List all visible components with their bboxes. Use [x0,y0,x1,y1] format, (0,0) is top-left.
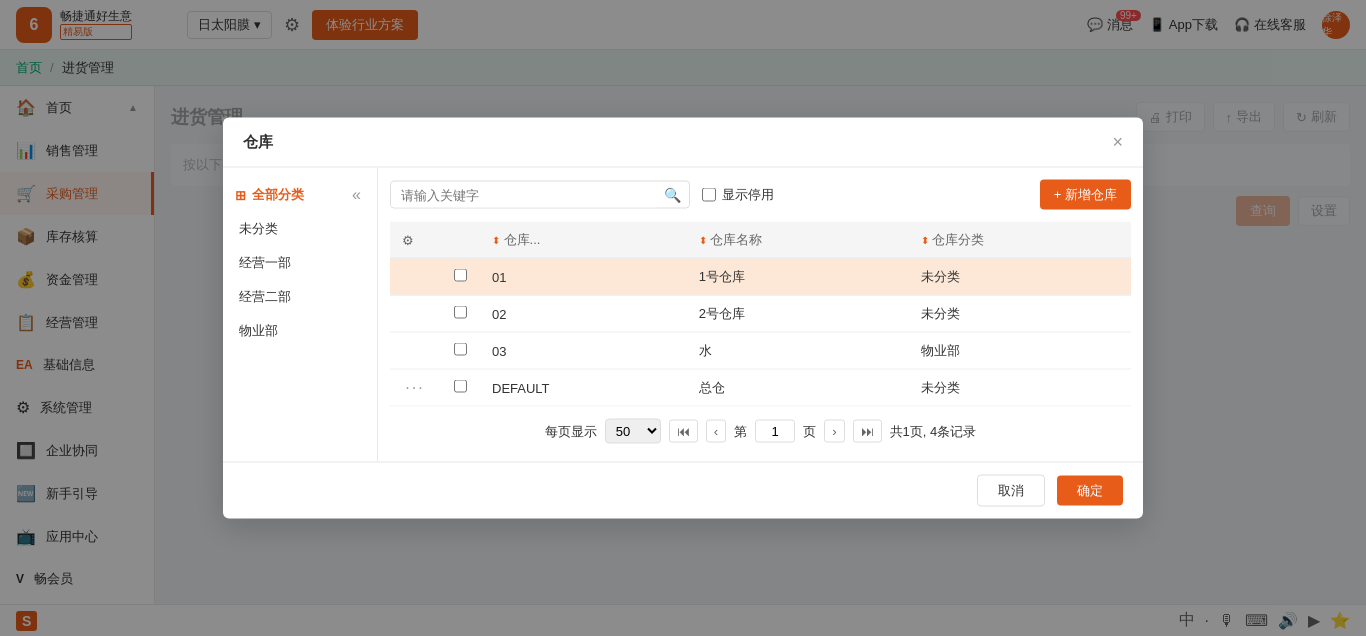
category-item-property[interactable]: 物业部 [223,314,377,348]
sort-icon-name: ⬍ [699,235,707,246]
table-header: ⚙ ⬍ 仓库... ⬍ 仓库名称 ⬍ [390,222,1131,259]
row-check-4 [440,369,480,406]
table-row[interactable]: 01 1号仓库 未分类 [390,258,1131,295]
row-check-2 [440,295,480,332]
row-category-2: 未分类 [909,295,1131,332]
row-checkbox-2[interactable] [454,306,467,319]
row-category-4: 未分类 [909,369,1131,406]
page-label: 第 [734,422,747,440]
col-code-header[interactable]: ⬍ 仓库... [480,222,687,259]
dialog-footer: 取消 确定 [223,462,1143,519]
row-checkbox-1[interactable] [454,269,467,282]
first-page-button[interactable]: ⏮ [669,420,698,443]
sort-icon: ⬍ [492,235,500,246]
sort-icon-category: ⬍ [921,235,929,246]
search-button[interactable]: 🔍 [656,182,689,208]
pagination-bar: 每页显示 50 10 20 100 ⏮ ‹ 第 页 › ⏭ 共1页, 4条记录 [390,407,1131,450]
row-category-1: 未分类 [909,258,1131,295]
col-name-header[interactable]: ⬍ 仓库名称 [687,222,909,259]
table-toolbar: 🔍 显示停用 + 新增仓库 [390,180,1131,210]
cancel-button[interactable]: 取消 [977,475,1045,507]
show-disabled-label: 显示停用 [702,186,774,204]
table-row[interactable]: 03 水 物业部 [390,332,1131,369]
all-categories-label: 全部分类 [252,186,304,204]
row-category-3: 物业部 [909,332,1131,369]
search-input[interactable] [391,182,656,207]
row-code-4: DEFAULT [480,369,687,406]
per-page-label: 每页显示 [545,422,597,440]
table-row[interactable]: ··· DEFAULT 总仓 未分类 [390,369,1131,406]
row-name-1: 1号仓库 [687,258,909,295]
row-checkbox-3[interactable] [454,343,467,356]
warehouse-dialog: 仓库 × ⊞ 全部分类 « 未分类 经营一部 经营二部 物业部 🔍 [223,118,1143,519]
dialog-body: ⊞ 全部分类 « 未分类 经营一部 经营二部 物业部 🔍 显示停用 + [223,168,1143,462]
table-panel: 🔍 显示停用 + 新增仓库 ⚙ ⬍ [378,168,1143,462]
row-gear-2 [390,295,440,332]
total-records: 共1页, 4条记录 [890,422,977,440]
row-gear-3 [390,332,440,369]
row-gear-4: ··· [390,369,440,406]
row-name-3: 水 [687,332,909,369]
dialog-header: 仓库 × [223,118,1143,168]
dialog-title: 仓库 [243,133,273,152]
col-gear-header: ⚙ [390,222,440,259]
page-number-input[interactable] [755,420,795,443]
search-box: 🔍 [390,181,690,209]
per-page-select[interactable]: 50 10 20 100 [605,419,661,444]
row-name-2: 2号仓库 [687,295,909,332]
row-code-1: 01 [480,258,687,295]
table-row[interactable]: 02 2号仓库 未分类 [390,295,1131,332]
add-warehouse-button[interactable]: + 新增仓库 [1040,180,1131,210]
prev-page-button[interactable]: ‹ [706,420,726,443]
next-page-button[interactable]: › [824,420,844,443]
category-collapse-button[interactable]: « [352,186,361,204]
all-categories-item[interactable]: ⊞ 全部分类 « [223,178,377,212]
last-page-button[interactable]: ⏭ [853,420,882,443]
row-code-2: 02 [480,295,687,332]
row-check-3 [440,332,480,369]
row-name-4: 总仓 [687,369,909,406]
dialog-close-button[interactable]: × [1112,132,1123,153]
show-disabled-checkbox[interactable] [702,188,716,202]
warehouse-table: ⚙ ⬍ 仓库... ⬍ 仓库名称 ⬍ [390,222,1131,407]
table-body: 01 1号仓库 未分类 02 2号仓库 未分类 [390,258,1131,406]
confirm-button[interactable]: 确定 [1057,476,1123,506]
grid-icon: ⊞ [235,187,246,202]
category-item-uncategorized[interactable]: 未分类 [223,212,377,246]
row-check-1 [440,258,480,295]
col-check-header [440,222,480,259]
table-container: ⚙ ⬍ 仓库... ⬍ 仓库名称 ⬍ [390,222,1131,407]
col-category-header[interactable]: ⬍ 仓库分类 [909,222,1131,259]
category-item-dept2[interactable]: 经营二部 [223,280,377,314]
row-gear-1 [390,258,440,295]
row-code-3: 03 [480,332,687,369]
category-item-dept1[interactable]: 经营一部 [223,246,377,280]
row-checkbox-4[interactable] [454,380,467,393]
category-panel: ⊞ 全部分类 « 未分类 经营一部 经营二部 物业部 [223,168,378,462]
row-more-button-4[interactable]: ··· [405,379,424,397]
page-suffix: 页 [803,422,816,440]
